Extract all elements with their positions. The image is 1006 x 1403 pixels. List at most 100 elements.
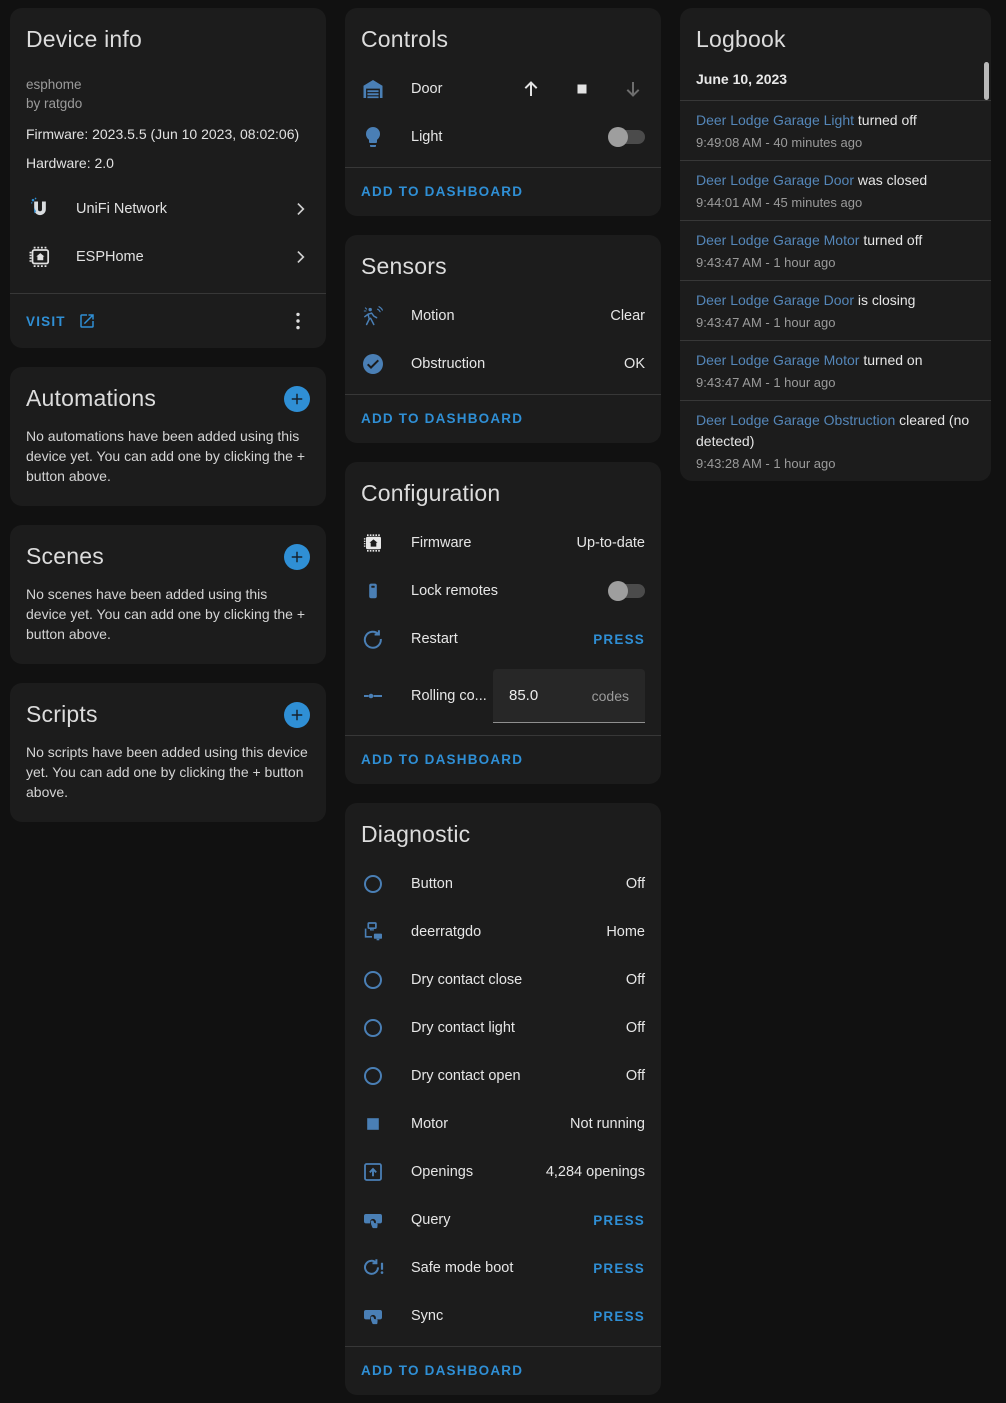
- entity-row-obstruction[interactable]: Obstruction OK: [361, 340, 645, 388]
- entity-row-label: deerratgdo: [411, 924, 482, 940]
- press-button-sync[interactable]: PRESS: [593, 1309, 645, 1324]
- logbook-entry: Deer Lodge Garage Motor turned off 9:43:4…: [680, 221, 991, 281]
- scenes-empty-text: No scenes have been added using this dev…: [26, 586, 306, 642]
- logbook-action-text: turned off: [854, 112, 917, 128]
- automations-title: Automations: [26, 385, 157, 411]
- entity-row-motor[interactable]: Motor Not running: [361, 1100, 645, 1148]
- logbook-action-text: was closed: [854, 172, 928, 188]
- entity-row-label: Restart: [411, 631, 458, 647]
- add-script-button[interactable]: [284, 701, 310, 728]
- logbook-entity-link[interactable]: Deer Lodge Garage Light: [696, 112, 854, 128]
- toggle-switch-lock-remotes[interactable]: [608, 581, 645, 601]
- diagnostic-add-to-dashboard-button[interactable]: ADD TO DASHBOARD: [361, 1363, 523, 1378]
- entity-row-label: Firmware: [411, 535, 472, 551]
- entity-row-lock-remotes[interactable]: Lock remotes: [361, 567, 645, 615]
- firmware-chip-icon: [361, 531, 385, 555]
- press-button-safe-mode-boot[interactable]: PRESS: [593, 1261, 645, 1276]
- press-button-restart[interactable]: PRESS: [593, 632, 645, 647]
- automations-card: Automations No automations have been add…: [10, 367, 326, 506]
- logbook-entity-link[interactable]: Deer Lodge Garage Door: [696, 172, 854, 188]
- device-firmware-line: Firmware: 2023.5.5 (Jun 10 2023, 08:02:0…: [26, 126, 300, 142]
- sensors-title: Sensors: [361, 253, 447, 279]
- logbook-action-text: turned on: [859, 352, 923, 368]
- logbook-entity-link[interactable]: Deer Lodge Garage Door: [696, 292, 854, 308]
- tap-button-icon: [361, 1208, 385, 1232]
- entity-row-dry-contact-close[interactable]: Dry contact close Off: [361, 956, 645, 1004]
- integration-list: UniFi Network ESPHome: [10, 185, 326, 281]
- controls-card: Controls Door Light ADD TO DASHBOARD: [345, 8, 661, 216]
- lan-network-icon: [361, 920, 385, 944]
- logbook-entity-link[interactable]: Deer Lodge Garage Obstruction: [696, 412, 895, 428]
- garage-door-icon: [361, 77, 385, 101]
- entity-row-deerratgdo[interactable]: deerratgdo Home: [361, 908, 645, 956]
- remote-icon: [361, 579, 385, 603]
- device-info-card: Device info esphome by ratgdo Firmware: …: [10, 8, 326, 348]
- entity-row-safe-mode-boot[interactable]: Safe mode boot PRESS: [361, 1244, 645, 1292]
- entity-row-label: Motion: [411, 308, 455, 324]
- press-button-query[interactable]: PRESS: [593, 1213, 645, 1228]
- rolling-code-field[interactable]: 85.0 codes: [493, 669, 645, 723]
- entity-row-door[interactable]: Door: [361, 65, 645, 113]
- entity-row-button[interactable]: Button Off: [361, 860, 645, 908]
- cover-close-button[interactable]: [621, 77, 645, 101]
- entity-row-label: Dry contact light: [411, 1020, 515, 1036]
- entity-row-label: Light: [411, 129, 443, 145]
- automations-header: Automations: [10, 367, 326, 418]
- plus-icon: [291, 551, 303, 562]
- entity-state-value: Off: [625, 1020, 645, 1036]
- configuration-title: Configuration: [361, 480, 501, 506]
- entity-row-label: Dry contact open: [411, 1068, 521, 1084]
- integration-row-unifi-network[interactable]: UniFi Network: [10, 185, 326, 233]
- add-scene-button[interactable]: [284, 543, 310, 570]
- entity-row-label: Query: [411, 1212, 451, 1228]
- configuration-add-to-dashboard-button[interactable]: ADD TO DASHBOARD: [361, 752, 523, 767]
- entity-row-sync[interactable]: Sync PRESS: [361, 1292, 645, 1340]
- middle-column: Controls Door Light ADD TO DASHBOARD Sens…: [345, 8, 661, 1395]
- more-options-button[interactable]: [286, 309, 310, 333]
- controls-add-to-dashboard-button[interactable]: ADD TO DASHBOARD: [361, 184, 523, 199]
- entity-state-value: Off: [625, 876, 645, 892]
- diagnostic-rows: Button Off deerratgdo Home Dry contact close…: [345, 860, 661, 1346]
- cover-stop-button[interactable]: [570, 77, 594, 101]
- device-info-actions: VISIT: [10, 293, 326, 348]
- circle-outline-icon: [361, 872, 385, 896]
- circle-outline-icon: [361, 1016, 385, 1040]
- entity-row-firmware[interactable]: Firmware Up-to-date: [361, 519, 645, 567]
- logbook-entity-link[interactable]: Deer Lodge Garage Motor: [696, 232, 859, 248]
- entity-row-label: Openings: [411, 1164, 474, 1180]
- restart-icon: [361, 627, 385, 651]
- entity-row-dry-contact-light[interactable]: Dry contact light Off: [361, 1004, 645, 1052]
- diagnostic-card: Diagnostic Button Off deerratgdo Home Dry co…: [345, 803, 661, 1395]
- entity-row-restart[interactable]: Restart PRESS: [361, 615, 645, 663]
- entity-row-label: Sync: [411, 1308, 444, 1324]
- entity-row-motion[interactable]: Motion Clear: [361, 292, 645, 340]
- entity-row-dry-contact-open[interactable]: Dry contact open Off: [361, 1052, 645, 1100]
- entity-row-openings[interactable]: Openings 4,284 openings: [361, 1148, 645, 1196]
- device-name: esphome: [26, 77, 82, 92]
- logbook-entry: Deer Lodge Garage Motor turned on 9:43:47…: [680, 341, 991, 401]
- scrollbar-thumb[interactable]: [984, 62, 989, 100]
- scripts-empty-text: No scripts have been added using this de…: [26, 744, 308, 800]
- visit-button[interactable]: VISIT: [26, 312, 96, 330]
- toggle-switch-light[interactable]: [608, 127, 645, 147]
- check-circle-icon: [361, 352, 385, 376]
- cover-open-button[interactable]: [519, 77, 543, 101]
- logbook-entity-link[interactable]: Deer Lodge Garage Motor: [696, 352, 859, 368]
- logbook-entry: Deer Lodge Garage Light turned off 9:49:0…: [680, 101, 991, 161]
- scenes-header: Scenes: [10, 525, 326, 576]
- entity-row-light[interactable]: Light: [361, 113, 645, 161]
- entity-row-label: Safe mode boot: [411, 1260, 514, 1276]
- logbook-action-text: turned off: [859, 232, 923, 248]
- sensors-add-to-dashboard-button[interactable]: ADD TO DASHBOARD: [361, 411, 523, 426]
- add-automation-button[interactable]: [284, 385, 310, 412]
- integration-row-esphome[interactable]: ESPHome: [10, 233, 326, 281]
- device-subtitle: esphome by ratgdo: [10, 65, 326, 113]
- controls-rows: Door Light: [345, 65, 661, 167]
- entity-row-label: Door: [411, 81, 443, 97]
- entity-row-label: Obstruction: [411, 356, 486, 372]
- entity-row-query[interactable]: Query PRESS: [361, 1196, 645, 1244]
- logbook-timestamp: 9:43:47 AM - 1 hour ago: [696, 315, 836, 330]
- automations-empty-text: No automations have been added using thi…: [26, 428, 306, 484]
- entity-row-rolling-co[interactable]: Rolling co... 85.0 codes: [361, 663, 645, 729]
- plus-icon: [291, 393, 303, 404]
